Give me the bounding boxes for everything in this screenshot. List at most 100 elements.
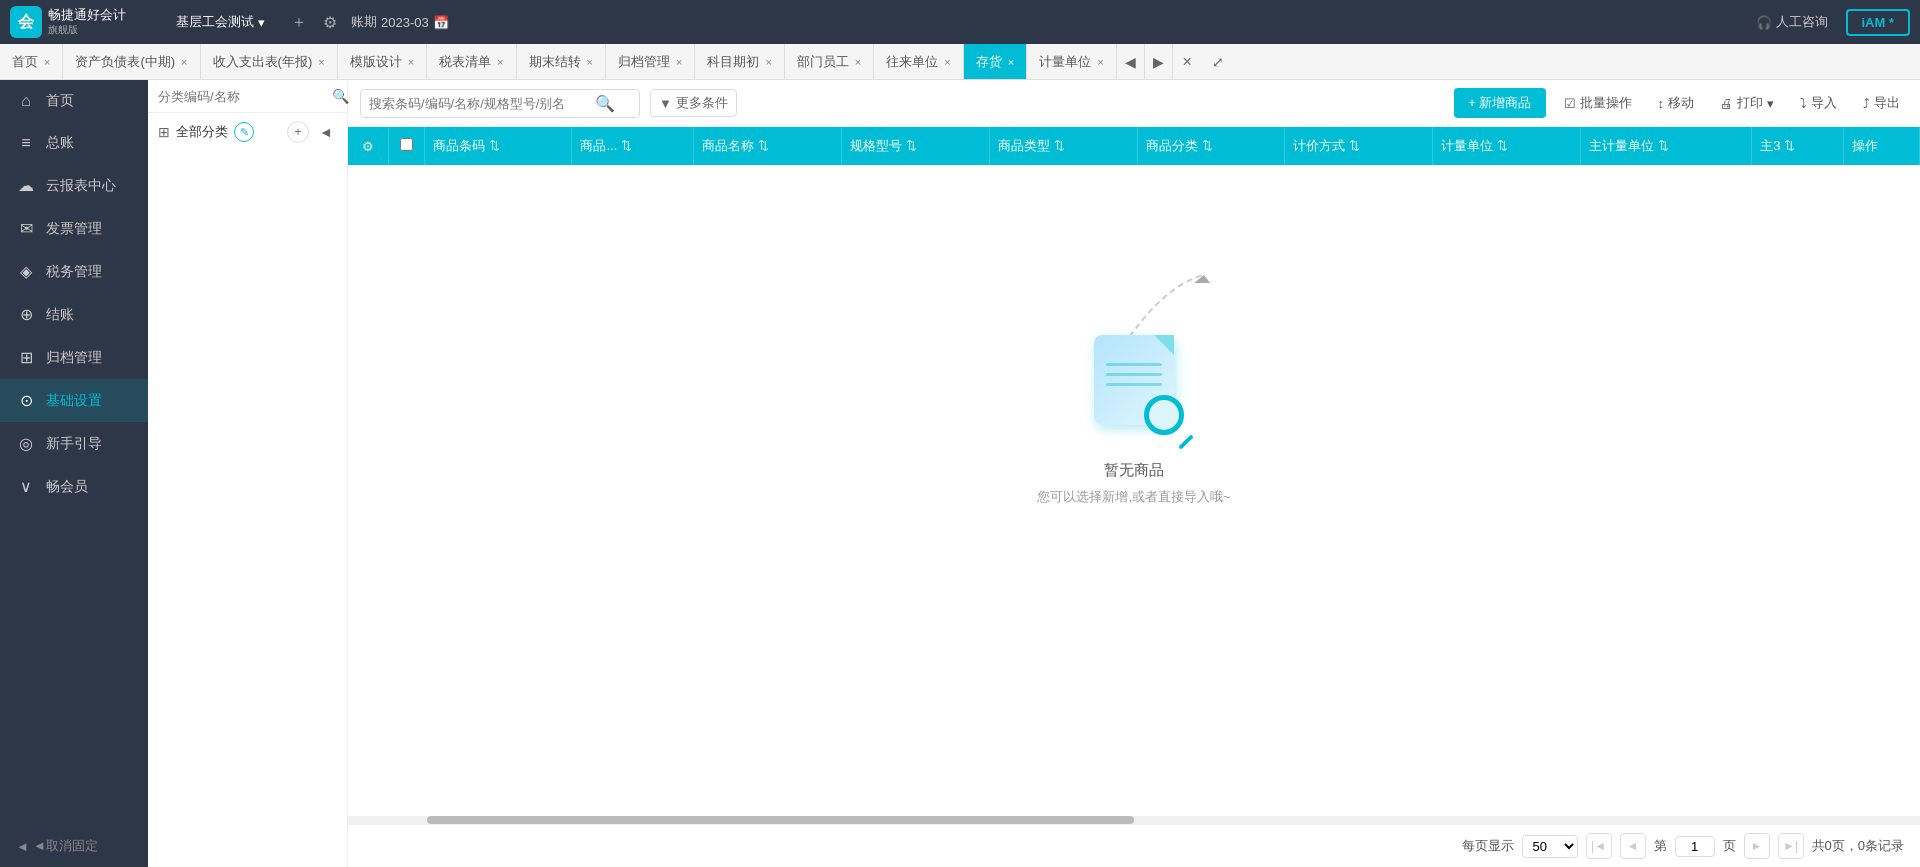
th-col3[interactable]: 主3⇅ [1752, 127, 1844, 165]
product-search-input[interactable] [369, 96, 589, 111]
th-gear[interactable]: ⚙ [348, 127, 388, 165]
tab-home[interactable]: 首页 × [0, 44, 63, 80]
th-main-unit[interactable]: 主计量单位⇅ [1581, 127, 1752, 165]
tax-icon: ◈ [16, 262, 36, 281]
tab-counterpart[interactable]: 往来单位 × [874, 44, 963, 80]
settings-icon[interactable]: ⚙ [319, 9, 341, 36]
add-category-button[interactable]: + [287, 121, 309, 143]
sidebar-item-ledger[interactable]: ≡ 总账 [0, 122, 148, 164]
sidebar-archive-label: 归档管理 [46, 349, 102, 367]
h-scrollbar[interactable] [348, 816, 1920, 824]
calendar-icon[interactable]: 📅 [433, 15, 449, 30]
th-price-method[interactable]: 计价方式⇅ [1285, 127, 1433, 165]
sidebar-collapse-button[interactable]: ◄ ◄取消固定 [0, 825, 148, 867]
tab-bar: 首页 × 资产负债表(中期) × 收入支出表(年报) × 模版设计 × 税表清单… [0, 44, 1920, 80]
add-product-label: + 新增商品 [1468, 94, 1531, 112]
doc-line-3 [1106, 383, 1162, 386]
sidebar-item-cloud-report[interactable]: ☁ 云报表中心 [0, 164, 148, 207]
export-icon: ⤴ [1863, 96, 1870, 111]
batch-button[interactable]: ☑ 批量操作 [1556, 90, 1640, 116]
sidebar-item-checkout[interactable]: ⊕ 结账 [0, 293, 148, 336]
tab-dept-emp[interactable]: 部门员工 × [785, 44, 874, 80]
per-page-select[interactable]: 20 50 100 [1522, 835, 1578, 858]
tab-period-end-close[interactable]: × [587, 56, 593, 68]
tab-home-label: 首页 [12, 53, 38, 71]
empty-title: 暂无商品 [1104, 461, 1164, 480]
tab-template-close[interactable]: × [408, 56, 414, 68]
select-all-checkbox[interactable] [400, 138, 413, 151]
th-code[interactable]: 商品...⇅ [572, 127, 693, 165]
sidebar-item-home[interactable]: ⌂ 首页 [0, 80, 148, 122]
print-button[interactable]: 🖨 打印 ▾ [1712, 90, 1782, 116]
org-selector[interactable]: 基层工会测试 ▾ [168, 9, 273, 35]
page-prev-button[interactable]: ◄ [1620, 833, 1646, 859]
main-layout: ⌂ 首页 ≡ 总账 ☁ 云报表中心 ✉ 发票管理 ◈ 税务管理 ⊕ 结账 ⊞ 归… [0, 80, 1920, 867]
print-label: 打印 [1737, 94, 1763, 112]
tab-archive-mgr-close[interactable]: × [676, 56, 682, 68]
tab-template[interactable]: 模版设计 × [338, 44, 427, 80]
tab-income-close[interactable]: × [318, 56, 324, 68]
all-category-label[interactable]: 全部分类 [176, 123, 228, 141]
category-search-icon[interactable]: 🔍 [332, 88, 349, 104]
tab-counterpart-label: 往来单位 [886, 53, 938, 71]
sidebar-item-tax[interactable]: ◈ 税务管理 [0, 250, 148, 293]
tab-expand-button[interactable]: ⤢ [1202, 44, 1234, 80]
tab-unit-close[interactable]: × [1097, 56, 1103, 68]
tab-period-end-label: 期末结转 [529, 53, 581, 71]
sidebar-item-basic-settings[interactable]: ⊙ 基础设置 [0, 379, 148, 422]
tab-archive-mgr[interactable]: 归档管理 × [606, 44, 695, 80]
th-spec[interactable]: 规格型号⇅ [841, 127, 989, 165]
tab-inventory[interactable]: 存货 × [964, 44, 1027, 80]
tab-inventory-close[interactable]: × [1008, 56, 1014, 68]
tab-tax[interactable]: 税表清单 × [427, 44, 516, 80]
iam-button[interactable]: iAM * [1846, 9, 1911, 36]
th-barcode[interactable]: 商品条码⇅ [424, 127, 572, 165]
category-search-input[interactable] [158, 89, 326, 104]
filter-button[interactable]: ▼ 更多条件 [650, 89, 737, 117]
tab-prev-button[interactable]: ◀ [1117, 44, 1145, 80]
tab-counterpart-close[interactable]: × [944, 56, 950, 68]
tab-period-end[interactable]: 期末结转 × [517, 44, 606, 80]
tab-close-all-button[interactable]: × [1173, 44, 1202, 80]
collapse-label: ◄取消固定 [33, 837, 98, 855]
th-name[interactable]: 商品名称⇅ [693, 127, 841, 165]
product-search-icon[interactable]: 🔍 [595, 94, 615, 113]
move-button[interactable]: ↕ 移动 [1650, 90, 1703, 116]
add-product-button[interactable]: + 新增商品 [1454, 88, 1545, 118]
page-next-button[interactable]: ► [1744, 833, 1770, 859]
tab-income[interactable]: 收入支出表(年报) × [201, 44, 338, 80]
sidebar-item-invoice[interactable]: ✉ 发票管理 [0, 207, 148, 250]
pagination-bar: 每页显示 20 50 100 |◄ ◄ 第 页 ► ►| [348, 824, 1920, 867]
category-collapse-button[interactable]: ◄ [315, 121, 337, 143]
tab-subject-init[interactable]: 科目期初 × [695, 44, 784, 80]
edit-circle-icon[interactable]: ✎ [234, 122, 254, 142]
total-label: 共0页，0条记录 [1812, 837, 1904, 855]
tab-subject-init-close[interactable]: × [765, 56, 771, 68]
th-category[interactable]: 商品分类⇅ [1137, 127, 1285, 165]
tab-archive-mgr-label: 归档管理 [618, 53, 670, 71]
print-chevron: ▾ [1767, 96, 1774, 111]
ledger-icon: ≡ [16, 134, 36, 152]
page-input[interactable] [1675, 836, 1715, 857]
export-button[interactable]: ⤴ 导出 [1855, 90, 1908, 116]
sidebar-item-new-guide[interactable]: ◎ 新手引导 [0, 422, 148, 465]
th-type[interactable]: 商品类型⇅ [989, 127, 1137, 165]
tab-tax-close[interactable]: × [497, 56, 503, 68]
h-scrollbar-thumb[interactable] [427, 816, 1134, 824]
help-button[interactable]: 🎧 人工咨询 [1748, 9, 1836, 35]
page-last-button[interactable]: ►| [1778, 833, 1804, 859]
sidebar-item-archive[interactable]: ⊞ 归档管理 [0, 336, 148, 379]
import-button[interactable]: ⤵ 导入 [1792, 90, 1845, 116]
page-first-button[interactable]: |◄ [1586, 833, 1612, 859]
tab-dept-emp-close[interactable]: × [855, 56, 861, 68]
tab-balance-close[interactable]: × [181, 56, 187, 68]
th-unit[interactable]: 计量单位⇅ [1433, 127, 1581, 165]
tab-balance[interactable]: 资产负债表(中期) × [63, 44, 200, 80]
tab-next-button[interactable]: ▶ [1145, 44, 1173, 80]
th-check[interactable] [388, 127, 424, 165]
tab-income-label: 收入支出表(年报) [213, 53, 313, 71]
tab-unit[interactable]: 计量单位 × [1027, 44, 1116, 80]
sidebar-item-member[interactable]: ∨ 畅会员 [0, 465, 148, 508]
add-tab-button[interactable]: ＋ [287, 8, 311, 37]
tab-home-close[interactable]: × [44, 56, 50, 68]
